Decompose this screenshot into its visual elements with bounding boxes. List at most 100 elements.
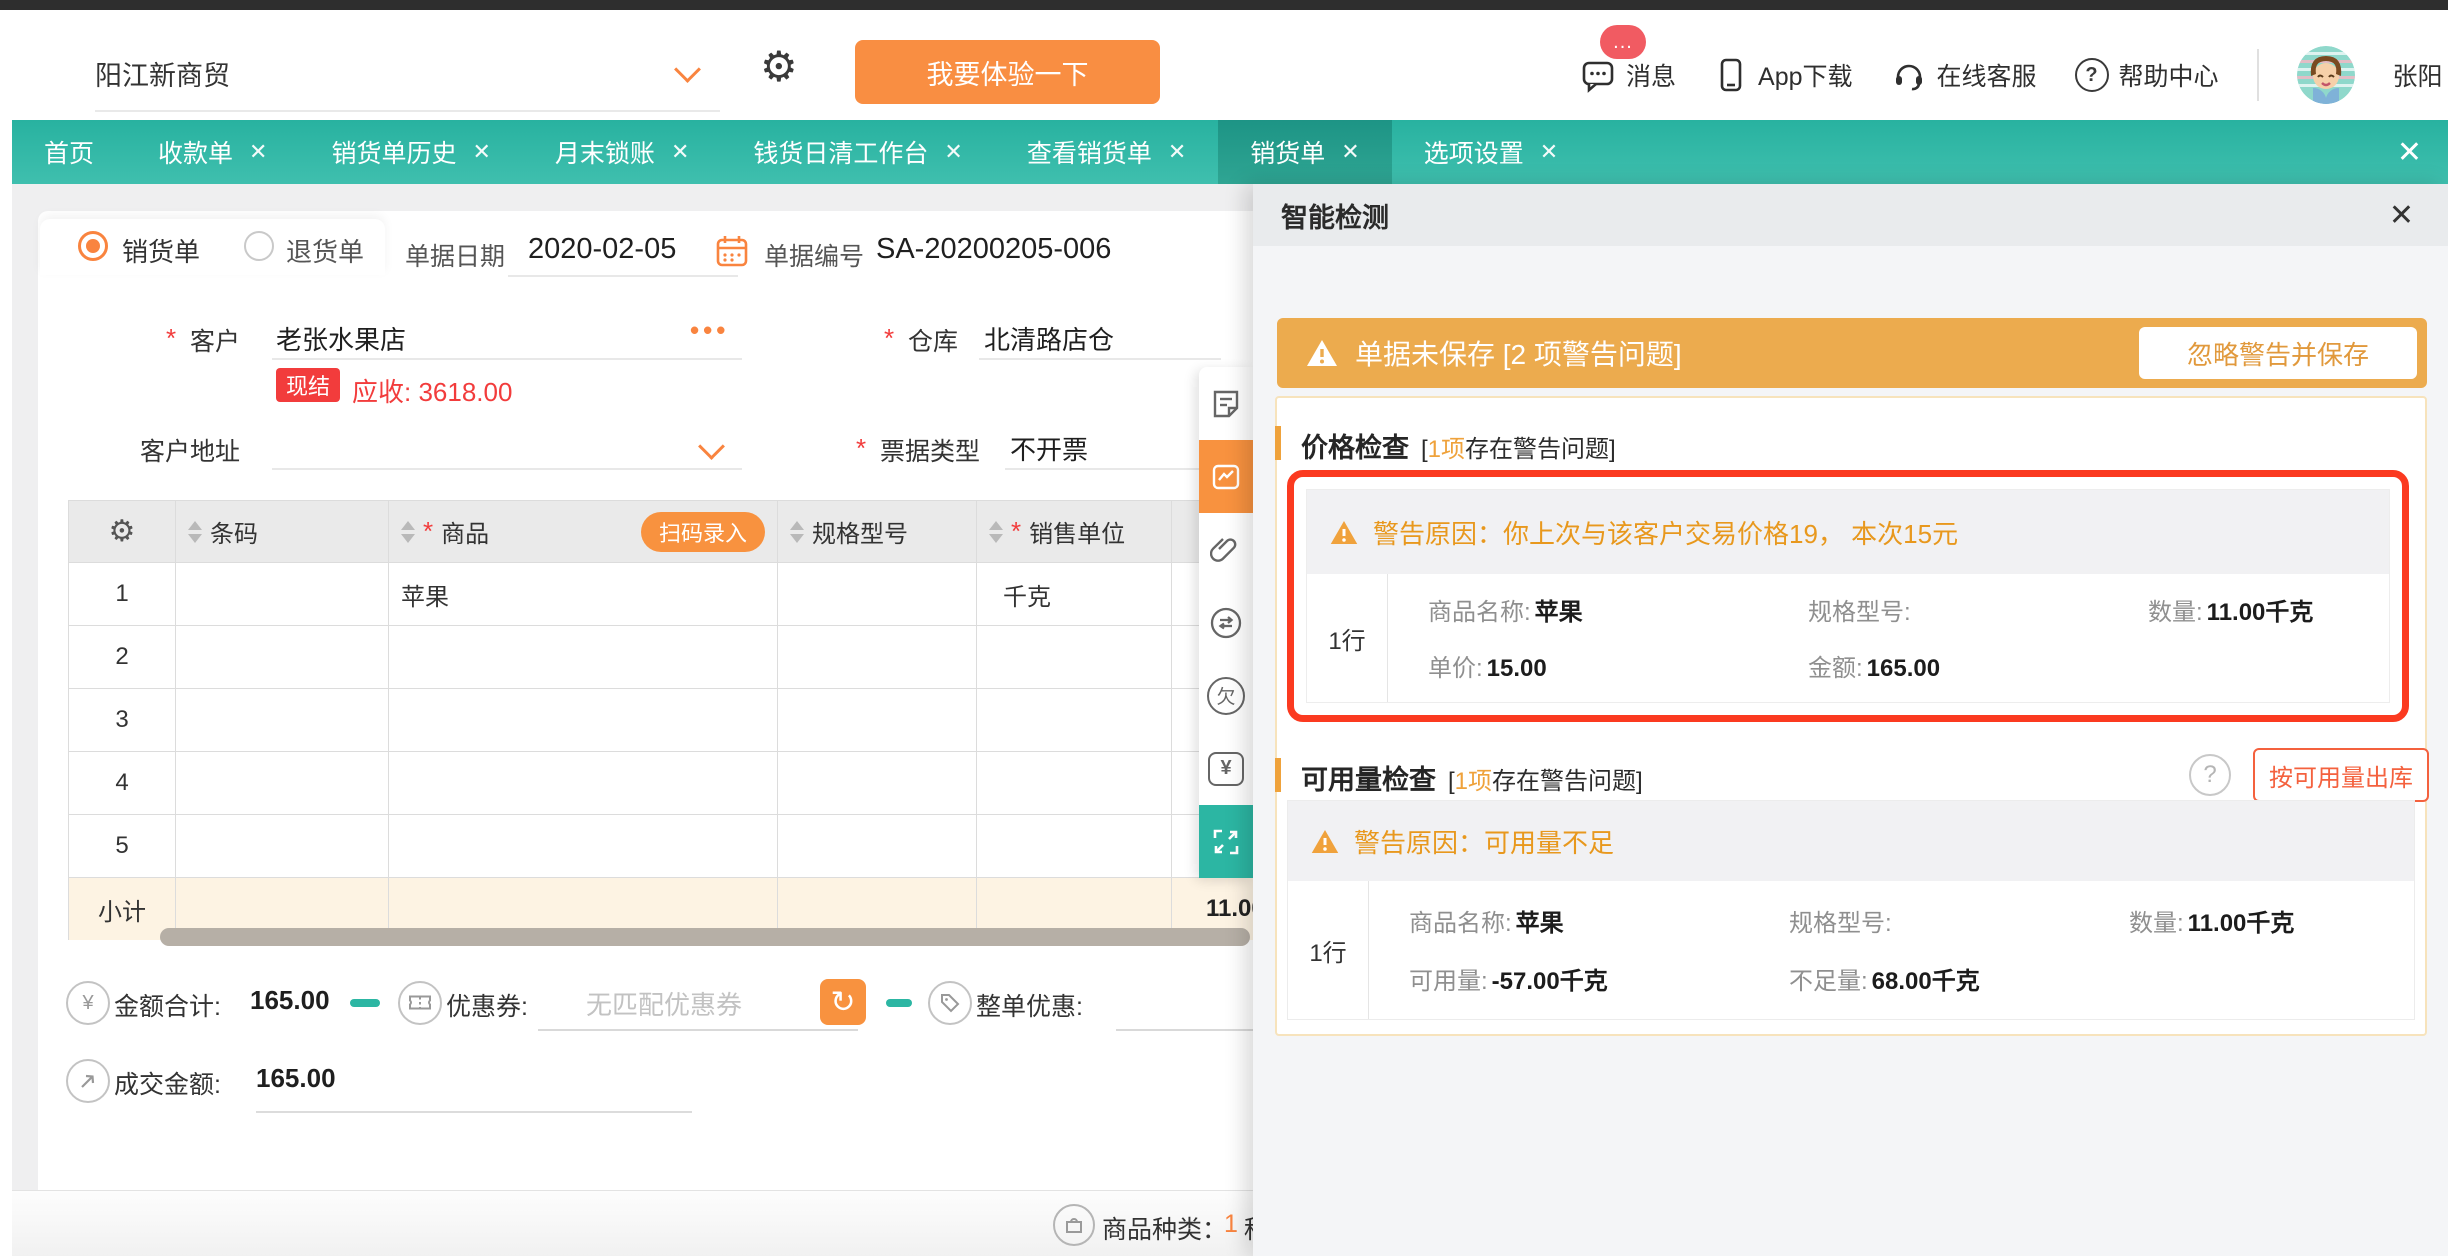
customer-value[interactable]: 老张水果店 (276, 320, 406, 357)
expand-icon (1210, 826, 1242, 858)
tab-sales-history[interactable]: 销货单历史 ✕ (299, 120, 522, 184)
column-product[interactable]: * 商品 扫码录入 (401, 511, 765, 552)
chevron-down-icon[interactable] (674, 56, 701, 83)
invoice-type-value[interactable]: 不开票 (1010, 430, 1088, 467)
question-icon: ? (2074, 58, 2109, 92)
discount-label: 整单优惠: (976, 993, 1083, 1021)
sort-icon[interactable] (790, 520, 804, 543)
table-row[interactable]: 3 (68, 688, 1253, 752)
experience-button[interactable]: 我要体验一下 (855, 40, 1160, 104)
coupon-refresh-button[interactable]: ↻ (820, 979, 866, 1025)
warning-triangle-icon (1305, 338, 1339, 368)
scan-entry-button[interactable]: 扫码录入 (640, 511, 765, 552)
owe-tool[interactable]: 欠 (1199, 659, 1253, 732)
gear-icon[interactable]: ⚙ (760, 46, 798, 88)
messages-item[interactable]: 消息 ... (1580, 25, 1677, 93)
table-row[interactable]: 5 (68, 814, 1253, 878)
outbound-by-available-button[interactable]: 按可用量出库 (2253, 748, 2429, 802)
message-icon (1580, 57, 1616, 93)
settle-badge: 现结 (276, 368, 340, 402)
table-row[interactable]: 1 苹果 千克 (68, 562, 1253, 626)
close-icon[interactable]: ✕ (249, 139, 267, 165)
attachment-tool[interactable] (1199, 513, 1253, 586)
radio-sales-order[interactable] (78, 231, 108, 261)
avatar[interactable] (2296, 46, 2355, 104)
chart-icon (1210, 461, 1242, 493)
price-warning-header: 警告原因：你上次与该客户交易价格19， 本次15元 (1307, 490, 2389, 574)
ignore-and-save-button[interactable]: 忽略警告并保存 (2139, 327, 2417, 379)
sort-icon[interactable] (401, 520, 415, 543)
unsaved-warning-banner: 单据未保存 [2 项警告问题] 忽略警告并保存 (1277, 318, 2427, 388)
stock-warning-reason: 警告原因：可用量不足 (1354, 827, 1615, 858)
table-row[interactable]: 4 (68, 751, 1253, 815)
column-settings-gear-icon[interactable]: ⚙ (68, 500, 176, 563)
tabbar-close-icon[interactable]: ✕ (2397, 120, 2448, 184)
stock-check-title-row: 可用量检查 [1项存在警告问题] (1301, 758, 1643, 797)
chart-tool[interactable] (1199, 440, 1253, 513)
close-icon[interactable]: ✕ (944, 139, 962, 165)
minus-divider (350, 999, 380, 1007)
deal-amount-value[interactable]: 165.00 (256, 1063, 336, 1094)
customer-more-icon[interactable]: ••• (690, 315, 729, 346)
panel-close-icon[interactable]: ✕ (2389, 198, 2414, 233)
doc-no-value: SA-20200205-006 (876, 233, 1112, 265)
note-tool[interactable] (1199, 367, 1253, 440)
items-table: ⚙ 条码 * 商品 扫码录入 规格型号 * 销售单位 1 苹果 千克 2 3 4… (68, 500, 1253, 940)
date-label: 单据日期 (405, 243, 506, 271)
date-underline (508, 275, 738, 277)
customer-label: 客户 (190, 328, 241, 356)
tab-month-lock[interactable]: 月末锁账 ✕ (523, 120, 721, 184)
tab-daily-workbench[interactable]: 钱货日清工作台 ✕ (721, 120, 994, 184)
stock-check-count: [1项存在警告问题] (1448, 768, 1643, 795)
username[interactable]: 张阳 (2393, 57, 2443, 93)
category-value: 1 (1224, 1210, 1238, 1238)
help-icon[interactable]: ? (2189, 754, 2231, 796)
tab-view-sales-order[interactable]: 查看销货单 ✕ (995, 120, 1218, 184)
doc-no-label: 单据编号 (764, 243, 865, 271)
sales-order-card: 销货单 退货单 单据日期 2020-02-05 单据编号 SA-20200205… (38, 211, 1253, 1190)
sort-icon[interactable] (989, 520, 1003, 543)
help-center-item[interactable]: ? 帮助中心 (2074, 57, 2219, 93)
tab-sales-order-active[interactable]: 销货单 ✕ (1218, 120, 1392, 184)
headset-icon (1891, 57, 1927, 93)
date-value[interactable]: 2020-02-05 (528, 233, 676, 266)
company-underline (95, 110, 720, 112)
radio-return-order[interactable] (244, 231, 274, 261)
money-tool[interactable]: ¥ (1199, 732, 1253, 805)
close-icon[interactable]: ✕ (1540, 139, 1558, 165)
close-icon[interactable]: ✕ (671, 139, 689, 165)
address-label: 客户地址 (140, 438, 241, 466)
total-amount-icon: ¥ (66, 981, 110, 1025)
column-unit[interactable]: * 销售单位 (989, 514, 1159, 549)
discount-tag-icon (928, 981, 972, 1025)
online-service-item[interactable]: 在线客服 (1891, 57, 2037, 93)
tab-receipt[interactable]: 收款单 ✕ (126, 120, 299, 184)
exchange-tool[interactable] (1199, 586, 1253, 659)
tab-home[interactable]: 首页 (12, 120, 126, 184)
close-icon[interactable]: ✕ (1341, 139, 1359, 165)
topbar-divider (2256, 49, 2259, 101)
coupon-placeholder[interactable]: 无匹配优惠券 (586, 985, 742, 1022)
close-icon[interactable]: ✕ (472, 139, 490, 165)
column-barcode[interactable]: 条码 (188, 514, 376, 549)
expand-tool[interactable] (1199, 805, 1253, 878)
footer-bar: 商品种类： 1 种 (12, 1190, 1269, 1256)
row-index: 1行 (1288, 881, 1369, 1019)
app-download-item[interactable]: App下载 (1714, 57, 1853, 93)
messages-label: 消息 (1626, 63, 1677, 91)
radio-sales-order-label[interactable]: 销货单 (122, 232, 200, 269)
sort-icon[interactable] (188, 520, 202, 543)
horizontal-scrollbar[interactable] (160, 928, 1250, 946)
calendar-icon[interactable] (714, 233, 750, 269)
price-check-title: 价格检查 (1301, 433, 1409, 463)
close-icon[interactable]: ✕ (1168, 139, 1186, 165)
tab-options[interactable]: 选项设置 ✕ (1392, 120, 1590, 184)
column-spec[interactable]: 规格型号 (790, 514, 964, 549)
price-warning-card: 警告原因：你上次与该客户交易价格19， 本次15元 1行 商品名称: 苹果 规格型… (1306, 489, 2390, 703)
minus-divider (886, 999, 912, 1007)
address-chevron-icon[interactable] (698, 433, 725, 460)
radio-return-order-label[interactable]: 退货单 (286, 232, 364, 269)
table-row[interactable]: 2 (68, 625, 1253, 689)
company-selector[interactable]: 阳江新商贸 (95, 54, 230, 93)
warehouse-value[interactable]: 北清路店仓 (984, 320, 1114, 357)
